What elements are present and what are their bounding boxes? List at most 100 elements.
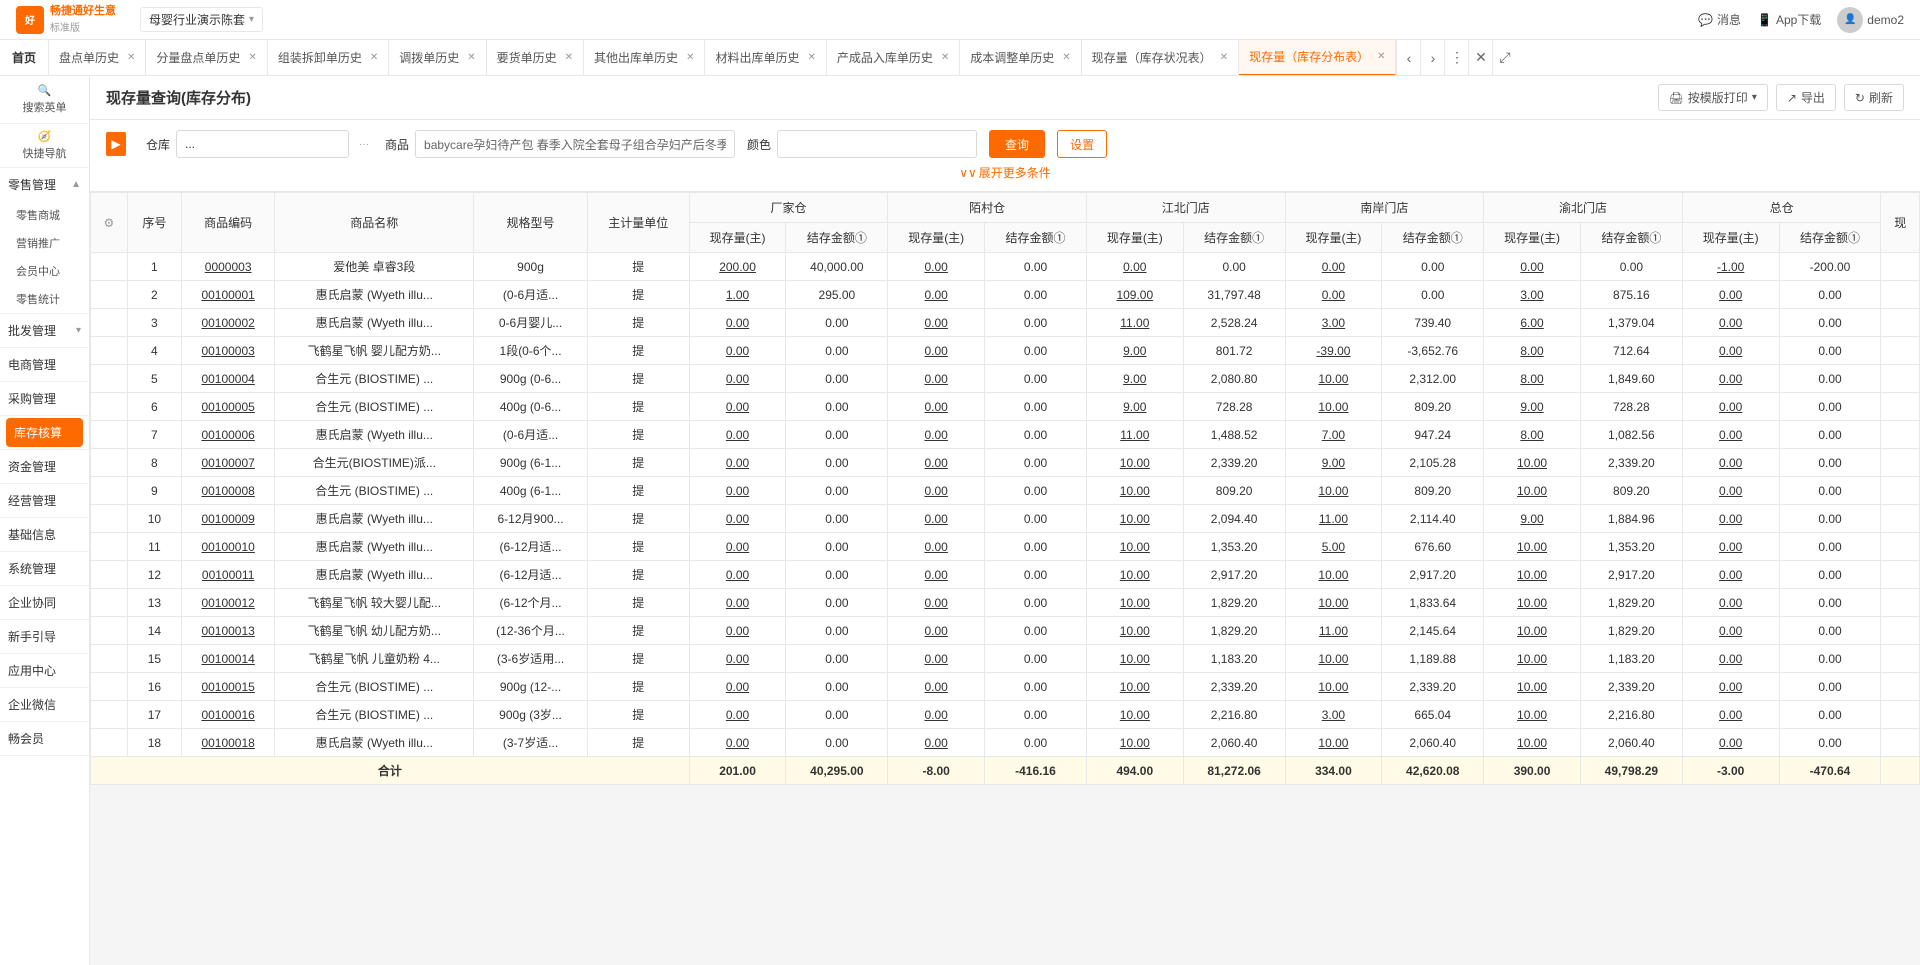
table-cell[interactable]: 0.00 xyxy=(1682,477,1779,505)
table-cell[interactable]: 00100004 xyxy=(182,365,275,393)
tab-3[interactable]: 组装拆卸单历史 ✕ xyxy=(268,40,389,76)
table-cell[interactable]: 10.00 xyxy=(1086,561,1183,589)
export-btn[interactable]: ↗ 导出 xyxy=(1776,84,1836,111)
tab-5[interactable]: 要货单历史 ✕ xyxy=(487,40,584,76)
refresh-btn[interactable]: ↻ 刷新 xyxy=(1844,84,1904,111)
table-cell[interactable]: 0.00 xyxy=(888,589,985,617)
sidebar-section-title-inventory[interactable]: 库存核算 xyxy=(6,418,83,447)
table-cell[interactable]: 10.00 xyxy=(1484,673,1581,701)
table-cell[interactable]: 0.00 xyxy=(1682,589,1779,617)
table-cell[interactable]: 10.00 xyxy=(1285,477,1382,505)
goods-input[interactable] xyxy=(415,130,735,158)
table-cell[interactable]: 0.00 xyxy=(1285,281,1382,309)
table-cell[interactable]: 10.00 xyxy=(1484,701,1581,729)
table-cell[interactable]: 10.00 xyxy=(1285,645,1382,673)
table-cell[interactable]: 0.00 xyxy=(888,617,985,645)
table-cell[interactable]: 0000003 xyxy=(182,253,275,281)
tab-4[interactable]: 调拨单历史 ✕ xyxy=(389,40,486,76)
table-cell[interactable]: 00100018 xyxy=(182,729,275,757)
table-cell[interactable]: 00100011 xyxy=(182,561,275,589)
query-btn[interactable]: 查询 xyxy=(989,130,1045,158)
table-cell[interactable]: 10.00 xyxy=(1484,561,1581,589)
table-cell[interactable]: 0.00 xyxy=(888,505,985,533)
table-cell[interactable]: 10.00 xyxy=(1285,729,1382,757)
table-cell[interactable]: 0.00 xyxy=(888,477,985,505)
tab-close-10[interactable]: ✕ xyxy=(1220,52,1228,63)
tab-2[interactable]: 分量盘点单历史 ✕ xyxy=(146,40,267,76)
sidebar-section-title-guide[interactable]: 新手引导 xyxy=(0,620,89,653)
table-cell[interactable]: 0.00 xyxy=(1682,701,1779,729)
table-cell[interactable]: 10.00 xyxy=(1086,477,1183,505)
table-cell[interactable]: 10.00 xyxy=(1484,477,1581,505)
tab-close-4[interactable]: ✕ xyxy=(467,52,475,63)
table-cell[interactable]: 1.00 xyxy=(689,281,786,309)
tab-menu-btn[interactable]: ⋮ xyxy=(1444,40,1468,76)
table-cell[interactable]: 109.00 xyxy=(1086,281,1183,309)
table-cell[interactable]: 0.00 xyxy=(689,673,786,701)
table-cell[interactable]: 00100005 xyxy=(182,393,275,421)
table-cell[interactable]: 0.00 xyxy=(888,365,985,393)
sidebar-section-title-collab[interactable]: 企业协同 xyxy=(0,586,89,619)
table-cell[interactable]: 0.00 xyxy=(689,393,786,421)
table-cell[interactable]: 0.00 xyxy=(888,561,985,589)
table-cell[interactable]: 9.00 xyxy=(1086,365,1183,393)
table-cell[interactable]: 3.00 xyxy=(1285,701,1382,729)
table-cell[interactable]: 0.00 xyxy=(1682,365,1779,393)
tab-close-1[interactable]: ✕ xyxy=(127,52,135,63)
table-cell[interactable]: 10.00 xyxy=(1484,589,1581,617)
table-cell[interactable]: 00100007 xyxy=(182,449,275,477)
table-cell[interactable]: 0.00 xyxy=(689,449,786,477)
table-cell[interactable]: 10.00 xyxy=(1285,393,1382,421)
table-cell[interactable]: 0.00 xyxy=(888,281,985,309)
table-cell[interactable]: 0.00 xyxy=(888,393,985,421)
table-cell[interactable]: 00100014 xyxy=(182,645,275,673)
tab-6[interactable]: 其他出库单历史 ✕ xyxy=(584,40,705,76)
table-cell[interactable]: 0.00 xyxy=(1682,645,1779,673)
table-cell[interactable]: 10.00 xyxy=(1484,533,1581,561)
table-cell[interactable]: 3.00 xyxy=(1285,309,1382,337)
sidebar-section-title-retail[interactable]: 零售管理 ▲ xyxy=(0,168,89,201)
table-cell[interactable]: 0.00 xyxy=(689,505,786,533)
sidebar-section-title-wxwork[interactable]: 企业微信 xyxy=(0,688,89,721)
table-cell[interactable]: 3.00 xyxy=(1484,281,1581,309)
table-cell[interactable]: 8.00 xyxy=(1484,421,1581,449)
table-cell[interactable]: 0.00 xyxy=(888,645,985,673)
table-cell[interactable]: 0.00 xyxy=(689,365,786,393)
table-cell[interactable]: 9.00 xyxy=(1086,337,1183,365)
table-cell[interactable]: 0.00 xyxy=(888,533,985,561)
table-cell[interactable]: 0.00 xyxy=(689,701,786,729)
tab-prev-btn[interactable]: ‹ xyxy=(1396,40,1420,76)
table-cell[interactable]: 9.00 xyxy=(1484,505,1581,533)
table-cell[interactable]: 0.00 xyxy=(689,589,786,617)
table-cell[interactable]: 10.00 xyxy=(1484,617,1581,645)
table-cell[interactable]: 0.00 xyxy=(1682,281,1779,309)
table-cell[interactable]: 0.00 xyxy=(689,421,786,449)
tab-10[interactable]: 现存量（库存状况表）✕ xyxy=(1082,40,1239,76)
sidebar-section-title-biz[interactable]: 经营管理 xyxy=(0,484,89,517)
tab-close-all-btn[interactable]: ✕ xyxy=(1468,40,1492,76)
tab-11[interactable]: 现存量（库存分布表）✕ xyxy=(1239,40,1396,76)
table-cell[interactable]: 0.00 xyxy=(1682,337,1779,365)
tab-close-11[interactable]: ✕ xyxy=(1377,51,1385,62)
table-cell[interactable]: 10.00 xyxy=(1484,729,1581,757)
table-cell[interactable]: 00100008 xyxy=(182,477,275,505)
table-cell[interactable]: 10.00 xyxy=(1086,673,1183,701)
table-cell[interactable]: 6.00 xyxy=(1484,309,1581,337)
sidebar-section-title-vip[interactable]: 畅会员 xyxy=(0,722,89,755)
table-cell[interactable]: 10.00 xyxy=(1285,365,1382,393)
tab-close-9[interactable]: ✕ xyxy=(1062,52,1070,63)
tab-next-btn[interactable]: › xyxy=(1420,40,1444,76)
table-cell[interactable]: 10.00 xyxy=(1086,505,1183,533)
table-cell[interactable]: 00100013 xyxy=(182,617,275,645)
table-cell[interactable]: 00100010 xyxy=(182,533,275,561)
table-cell[interactable]: 0.00 xyxy=(888,729,985,757)
sidebar-item-shop[interactable]: 零售商城 xyxy=(0,201,89,229)
table-cell[interactable]: 0.00 xyxy=(1682,673,1779,701)
table-cell[interactable]: 11.00 xyxy=(1086,421,1183,449)
message-btn[interactable]: 💬 消息 xyxy=(1698,11,1741,28)
table-cell[interactable]: 0.00 xyxy=(689,309,786,337)
table-cell[interactable]: 0.00 xyxy=(689,617,786,645)
warehouse-input[interactable] xyxy=(176,130,349,158)
tab-close-6[interactable]: ✕ xyxy=(686,52,694,63)
sidebar-section-title-wholesale[interactable]: 批发管理 ▾ xyxy=(0,314,89,347)
